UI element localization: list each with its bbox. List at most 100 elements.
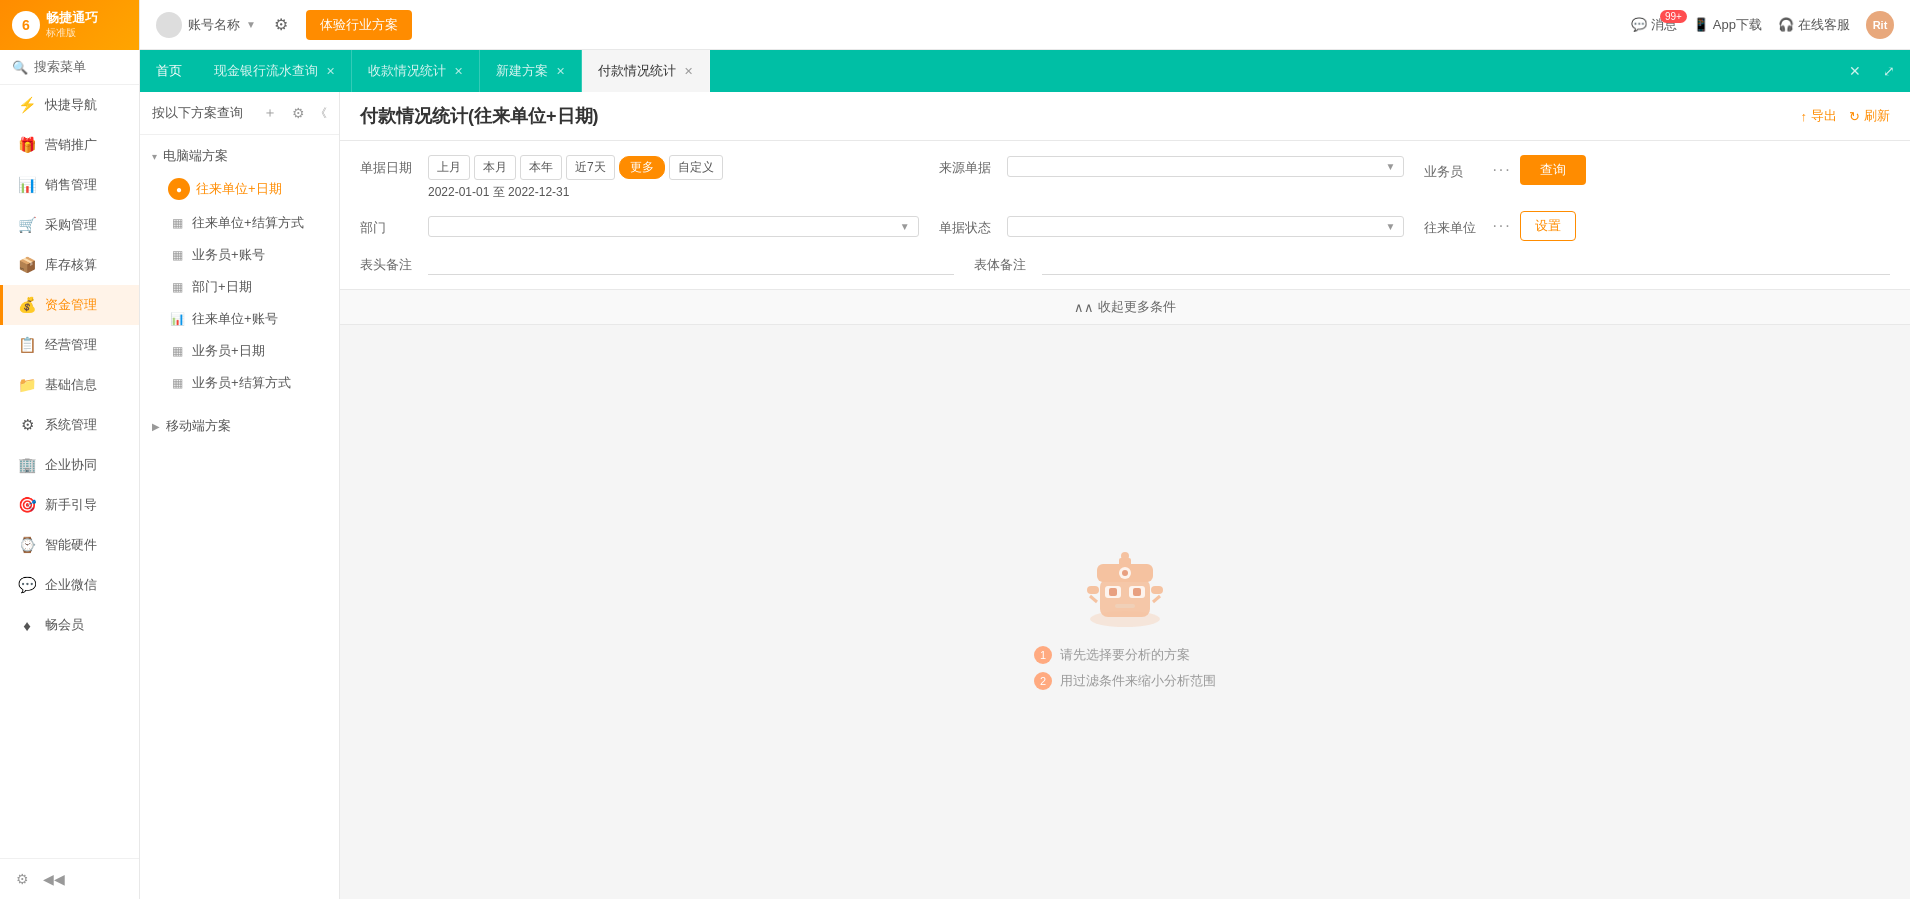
scheme-item-unit-settlement[interactable]: ▦ 往来单位+结算方式: [140, 207, 339, 239]
message-badge: 99+: [1660, 10, 1687, 23]
table-head-note-input[interactable]: [428, 251, 954, 275]
sidebar-item-wechat[interactable]: 💬 企业微信: [0, 565, 139, 605]
tab-home[interactable]: 首页: [140, 50, 198, 92]
date-options: 上月 本月 本年 近7天 更多 自定义: [428, 155, 723, 180]
hint-text-1: 请先选择要分析的方案: [1060, 646, 1190, 664]
query-button[interactable]: 查询: [1520, 155, 1586, 185]
tab-expand-icon[interactable]: ⤢: [1876, 58, 1902, 84]
scheme-item-unit-date[interactable]: ● 往来单位+日期: [140, 171, 339, 207]
export-icon: ↑: [1801, 109, 1808, 124]
sidebar-item-capital[interactable]: 💰 资金管理: [0, 285, 139, 325]
date-this-year[interactable]: 本年: [520, 155, 562, 180]
scheme-item-dept-date[interactable]: ▦ 部门+日期: [140, 271, 339, 303]
tab-bank-flow-close[interactable]: ✕: [326, 65, 335, 78]
date-more[interactable]: 更多: [619, 156, 665, 179]
sidebar-item-guide[interactable]: 🎯 新手引导: [0, 485, 139, 525]
tab-payment-stats-close[interactable]: ✕: [684, 65, 693, 78]
topbar-online-service[interactable]: 🎧 在线客服: [1778, 16, 1850, 34]
topbar-message[interactable]: 💬 消息 99+: [1631, 16, 1677, 34]
scheme-item-staff-date[interactable]: ▦ 业务员+日期: [140, 335, 339, 367]
sys-mgmt-icon: ⚙: [17, 415, 37, 435]
sidebar-item-vip[interactable]: ♦ 畅会员: [0, 605, 139, 645]
sidebar-item-marketing[interactable]: 🎁 营销推广: [0, 125, 139, 165]
tab-close-all-icon[interactable]: ✕: [1842, 58, 1868, 84]
topbar-app-download[interactable]: 📱 App下载: [1693, 16, 1762, 34]
refresh-icon: ↻: [1849, 109, 1860, 124]
partner-dots-btn[interactable]: ···: [1492, 217, 1511, 235]
sidebar-logo: 6 畅捷通巧 标准版: [0, 0, 139, 50]
footer-collapse-icon[interactable]: ◀◀: [44, 869, 64, 889]
sidebar-item-label: 系统管理: [45, 416, 97, 434]
sidebar-item-label: 经营管理: [45, 336, 97, 354]
sidebar-item-quick-nav[interactable]: ⚡ 快捷导航: [0, 85, 139, 125]
scheme-header: 按以下方案查询 ＋ ⚙ 《: [140, 92, 339, 135]
svg-rect-1: [1100, 579, 1150, 617]
sidebar-search-label: 搜索菜单: [34, 58, 86, 76]
sidebar-item-enterprise[interactable]: 🏢 企业协同: [0, 445, 139, 485]
svg-rect-13: [1151, 586, 1163, 594]
scheme-item-label: 往来单位+账号: [192, 310, 278, 328]
tab-bank-flow-label: 现金银行流水查询: [214, 62, 318, 80]
sidebar-item-sys-mgmt[interactable]: ⚙ 系统管理: [0, 405, 139, 445]
scheme-desktop-title[interactable]: ▾ 电脑端方案: [140, 141, 339, 171]
tab-new-scheme-close[interactable]: ✕: [556, 65, 565, 78]
basic-info-icon: 📁: [17, 375, 37, 395]
dept-select[interactable]: ▼: [428, 216, 919, 237]
date-label: 单据日期: [360, 155, 420, 177]
sidebar-item-hardware[interactable]: ⌚ 智能硬件: [0, 525, 139, 565]
scheme-settings-icon[interactable]: ⚙: [287, 102, 309, 124]
scheme-item-staff-account[interactable]: ▦ 业务员+账号: [140, 239, 339, 271]
sidebar-item-basic-info[interactable]: 📁 基础信息: [0, 365, 139, 405]
hardware-icon: ⌚: [17, 535, 37, 555]
topbar-gear-icon[interactable]: ⚙: [268, 12, 294, 38]
empty-hints: 1 请先选择要分析的方案 2 用过滤条件来缩小分析范围: [1034, 646, 1216, 690]
export-button[interactable]: ↑ 导出: [1801, 107, 1838, 125]
scheme-item-unit-account[interactable]: 📊 往来单位+账号: [140, 303, 339, 335]
refresh-button[interactable]: ↻ 刷新: [1849, 107, 1890, 125]
date-this-month[interactable]: 本月: [474, 155, 516, 180]
date-last-7-days[interactable]: 近7天: [566, 155, 615, 180]
scheme-desktop-group: ▾ 电脑端方案 ● 往来单位+日期 ▦ 往来单位+结算方式 ▦ 业务员+账号 ▦: [140, 135, 339, 405]
sidebar-item-purchase[interactable]: 🛒 采购管理: [0, 205, 139, 245]
vip-icon: ♦: [17, 615, 37, 635]
sidebar-item-sales[interactable]: 📊 销售管理: [0, 165, 139, 205]
svg-rect-4: [1109, 588, 1117, 596]
source-doc-select[interactable]: ▼: [1007, 156, 1405, 177]
tab-home-label: 首页: [156, 62, 182, 80]
tab-receipt-stats[interactable]: 收款情况统计 ✕: [352, 50, 480, 92]
sidebar-item-operations[interactable]: 📋 经营管理: [0, 325, 139, 365]
scheme-item-staff-settlement[interactable]: ▦ 业务员+结算方式: [140, 367, 339, 399]
scheme-panel: 按以下方案查询 ＋ ⚙ 《 ▾ 电脑端方案 ● 往来单位+日期 ▦: [140, 92, 340, 899]
tab-new-scheme[interactable]: 新建方案 ✕: [480, 50, 582, 92]
sidebar-item-label: 采购管理: [45, 216, 97, 234]
user-avatar[interactable]: Rit: [1866, 11, 1894, 39]
sidebar-search[interactable]: 🔍 搜索菜单: [0, 50, 139, 85]
tab-payment-stats[interactable]: 付款情况统计 ✕: [582, 50, 710, 92]
hint-num-2: 2: [1034, 672, 1052, 690]
sidebar-nav: ⚡ 快捷导航 🎁 营销推广 📊 销售管理 🛒 采购管理 📦 库存核算 💰 资金管…: [0, 85, 139, 858]
scheme-add-icon[interactable]: ＋: [259, 102, 281, 124]
staff-dots-btn[interactable]: ···: [1492, 161, 1511, 179]
date-last-month[interactable]: 上月: [428, 155, 470, 180]
settings-button[interactable]: 设置: [1520, 211, 1576, 241]
scheme-collapse-icon[interactable]: 《: [315, 105, 327, 122]
account-avatar: [156, 12, 182, 38]
operations-icon: 📋: [17, 335, 37, 355]
scheme-mobile-title[interactable]: ▶ 移动端方案: [140, 411, 339, 441]
footer-settings-icon[interactable]: ⚙: [12, 869, 32, 889]
topbar-account[interactable]: 账号名称 ▼: [156, 12, 256, 38]
collapse-more-conditions-btn[interactable]: ∧∧ 收起更多条件: [1074, 298, 1176, 316]
table-body-note-input[interactable]: [1042, 251, 1890, 275]
tab-receipt-stats-close[interactable]: ✕: [454, 65, 463, 78]
sidebar-item-label: 智能硬件: [45, 536, 97, 554]
tab-new-scheme-label: 新建方案: [496, 62, 548, 80]
scheme-item-label: 部门+日期: [192, 278, 252, 296]
dept-label: 部门: [360, 215, 420, 237]
tab-bank-flow[interactable]: 现金银行流水查询 ✕: [198, 50, 352, 92]
doc-status-select[interactable]: ▼: [1007, 216, 1405, 237]
date-custom[interactable]: 自定义: [669, 155, 723, 180]
sales-icon: 📊: [17, 175, 37, 195]
sidebar-item-label: 企业微信: [45, 576, 97, 594]
trial-button[interactable]: 体验行业方案: [306, 10, 412, 40]
sidebar-item-inventory[interactable]: 📦 库存核算: [0, 245, 139, 285]
